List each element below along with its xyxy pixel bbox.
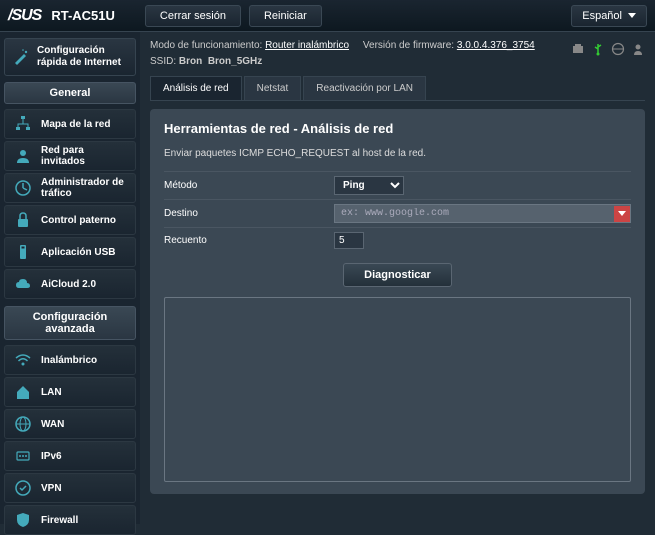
internet-status-icon[interactable] <box>611 42 625 56</box>
network-map-icon <box>13 114 33 134</box>
model-name: RT-AC51U <box>51 8 115 23</box>
shield-icon <box>13 510 33 530</box>
sidebar-item-label: Red para invitados <box>41 145 127 167</box>
sidebar-item-label: IPv6 <box>41 451 62 462</box>
home-icon <box>13 382 33 402</box>
sidebar-item-label: Aplicación USB <box>41 247 115 258</box>
sidebar-qis-label: Configuración rápida de Internet <box>37 45 129 69</box>
sidebar-item-label: Control paterno <box>41 215 116 226</box>
ssid-label: SSID: <box>150 56 176 67</box>
sidebar-item-ipv6[interactable]: IPv6 <box>4 441 136 471</box>
sidebar-item-label: Mapa de la red <box>41 119 110 130</box>
language-label: Español <box>582 10 622 22</box>
fw-label: Versión de firmware: <box>363 40 454 51</box>
vpn-icon <box>13 478 33 498</box>
traffic-icon <box>13 178 33 198</box>
sidebar-header-advanced: Configuración avanzada <box>4 306 136 340</box>
sidebar-item-aicloud[interactable]: AiCloud 2.0 <box>4 269 136 299</box>
sidebar-item-label: Inalámbrico <box>41 355 97 366</box>
tab-netstat[interactable]: Netstat <box>244 76 302 100</box>
usb-status-icon[interactable] <box>591 42 605 56</box>
sidebar-item-label: WAN <box>41 419 64 430</box>
guest-status-icon[interactable] <box>631 42 645 56</box>
mode-label: Modo de funcionamiento: <box>150 40 262 51</box>
language-button[interactable]: Español <box>571 5 647 27</box>
sidebar-item-usb-app[interactable]: Aplicación USB <box>4 237 136 267</box>
sidebar-item-parental-control[interactable]: Control paterno <box>4 205 136 235</box>
tab-wake-on-lan[interactable]: Reactivación por LAN <box>303 76 426 100</box>
mode-value-link[interactable]: Router inalámbrico <box>265 40 349 51</box>
ssid-1: Bron <box>179 56 202 67</box>
globe-icon <box>13 414 33 434</box>
sidebar-header-general: General <box>4 82 136 104</box>
method-label: Método <box>164 180 334 191</box>
ssid-2: Bron_5GHz <box>208 56 262 67</box>
cloud-icon <box>13 274 33 294</box>
panel-title: Herramientas de red - Análisis de red <box>164 121 631 136</box>
sidebar-item-label: LAN <box>41 387 62 398</box>
sidebar-item-label: VPN <box>41 483 62 494</box>
fw-value-link[interactable]: 3.0.0.4.376_3754 <box>457 40 535 51</box>
sidebar-item-wireless[interactable]: Inalámbrico <box>4 345 136 375</box>
sidebar-item-traffic-manager[interactable]: Administrador de tráfico <box>4 173 136 203</box>
printer-status-icon[interactable] <box>571 42 585 56</box>
wand-icon <box>11 47 31 67</box>
sidebar-item-vpn[interactable]: VPN <box>4 473 136 503</box>
output-textarea[interactable] <box>164 297 631 482</box>
usb-icon <box>13 242 33 262</box>
sidebar-item-lan[interactable]: LAN <box>4 377 136 407</box>
target-input[interactable] <box>335 205 614 222</box>
sidebar-item-network-map[interactable]: Mapa de la red <box>4 109 136 139</box>
sidebar-item-wan[interactable]: WAN <box>4 409 136 439</box>
logout-button[interactable]: Cerrar sesión <box>145 5 241 27</box>
target-label: Destino <box>164 208 334 219</box>
panel-description: Enviar paquetes ICMP ECHO_REQUEST al hos… <box>164 148 631 159</box>
brand-logo: /SUS <box>8 7 41 25</box>
sidebar-item-guest-network[interactable]: Red para invitados <box>4 141 136 171</box>
sidebar-item-firewall[interactable]: Firewall <box>4 505 136 535</box>
count-label: Recuento <box>164 235 334 246</box>
tab-network-analysis[interactable]: Análisis de red <box>150 76 242 100</box>
ipv6-icon <box>13 446 33 466</box>
wifi-icon <box>13 350 33 370</box>
count-input[interactable] <box>334 232 364 249</box>
method-select[interactable]: Ping <box>334 176 404 195</box>
sidebar-item-label: AiCloud 2.0 <box>41 279 96 290</box>
guest-icon <box>13 146 33 166</box>
sidebar-item-label: Administrador de tráfico <box>41 177 127 199</box>
diagnose-button[interactable]: Diagnosticar <box>343 263 452 287</box>
sidebar-qis[interactable]: Configuración rápida de Internet <box>4 38 136 76</box>
chevron-down-icon <box>628 13 636 19</box>
reboot-button[interactable]: Reiniciar <box>249 5 322 27</box>
lock-icon <box>13 210 33 230</box>
target-dropdown-button[interactable] <box>614 206 630 222</box>
